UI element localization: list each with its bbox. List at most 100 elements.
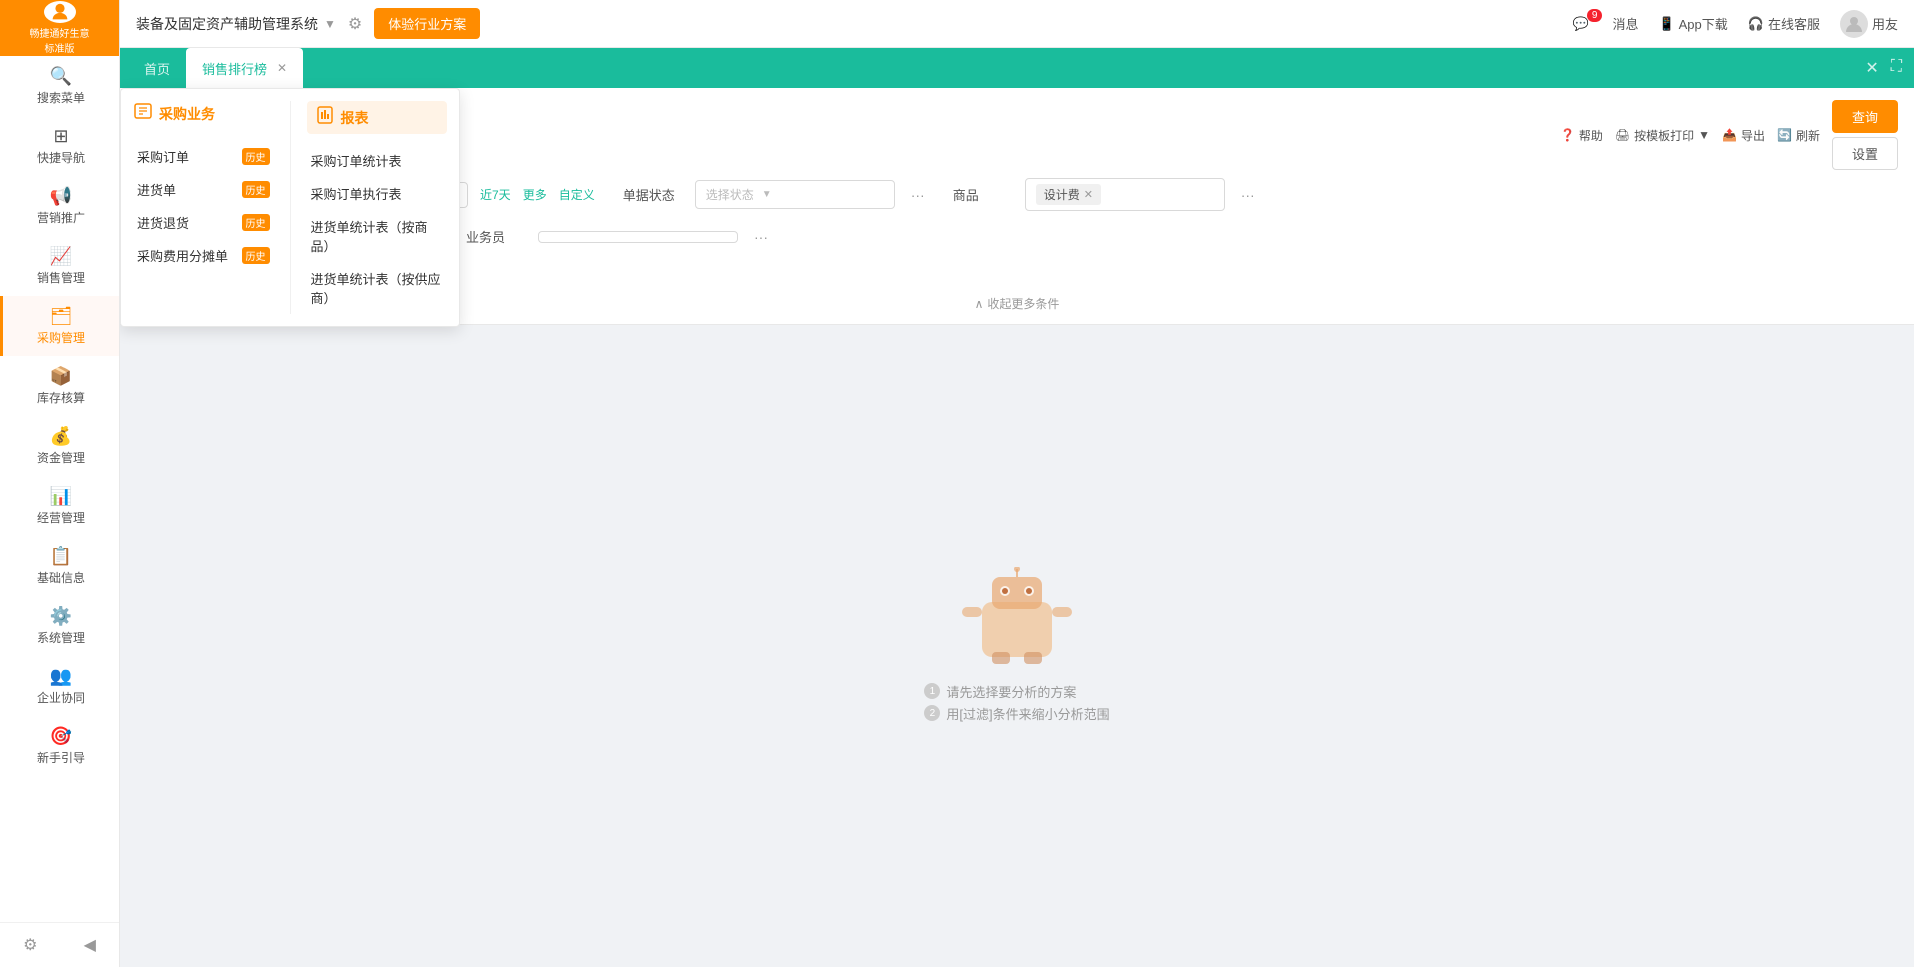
money-icon: 💰 bbox=[50, 426, 72, 447]
refresh-button[interactable]: 🔄 刷新 bbox=[1777, 127, 1820, 144]
status-select[interactable]: 选择状态 ▼ bbox=[695, 180, 895, 209]
salesman-label: 业务员 bbox=[466, 227, 526, 246]
tab-bar: 首页 销售排行榜 ✕ ✕ ⛶ bbox=[120, 48, 1914, 88]
help-button[interactable]: ❓ 帮助 bbox=[1560, 127, 1603, 144]
sidebar-item-newbie[interactable]: 🎯 新手引导 bbox=[0, 716, 119, 776]
close-tab-icon[interactable]: ✕ bbox=[277, 61, 287, 75]
message-action[interactable]: 💬 9 消息 bbox=[1573, 14, 1639, 33]
purchase-dropdown-menu: 采购业务 采购订单 历史 进货单 历史 进货退货 历史 bbox=[120, 88, 460, 327]
app-action[interactable]: 📱 App下载 bbox=[1658, 14, 1727, 33]
tab-sales-rank[interactable]: 销售排行榜 ✕ bbox=[186, 48, 303, 88]
collapse-sidebar-button[interactable]: ◀ bbox=[76, 931, 104, 959]
settings-button[interactable]: 设置 bbox=[1832, 137, 1898, 170]
refresh-icon: 🔄 bbox=[1777, 128, 1792, 142]
sidebar-item-search[interactable]: 🔍 搜索菜单 bbox=[0, 56, 119, 116]
dropdown-item-expense[interactable]: 采购费用分摊单 历史 bbox=[133, 239, 274, 272]
sidebar-item-inventory-label: 库存核算 bbox=[37, 389, 85, 406]
dropdown-item-order-stats[interactable]: 采购订单统计表 bbox=[307, 144, 448, 177]
close-all-tabs-icon[interactable]: ✕ bbox=[1861, 58, 1882, 78]
sidebar-item-operation[interactable]: 📊 经营管理 bbox=[0, 476, 119, 536]
sidebar-item-newbie-label: 新手引导 bbox=[37, 749, 85, 766]
dropdown-item-incoming[interactable]: 进货单 历史 bbox=[133, 173, 274, 206]
enterprise-icon: 👥 bbox=[50, 666, 72, 687]
report-col: 报表 采购订单统计表 采购订单执行表 进货单统计表（按商品） 进货单统计表（按供… bbox=[295, 101, 460, 314]
dropdown-divider bbox=[290, 101, 291, 314]
sidebar-item-enterprise-label: 企业协同 bbox=[37, 689, 85, 706]
query-button[interactable]: 查询 bbox=[1832, 100, 1898, 133]
main-area: 装备及固定资产辅助管理系统 ▼ ⚙ 体验行业方案 💬 9 消息 📱 App下载 … bbox=[120, 0, 1914, 967]
sidebar-item-basic[interactable]: 📋 基础信息 bbox=[0, 536, 119, 596]
salesman-select[interactable] bbox=[538, 231, 738, 243]
sidebar-item-quick-nav[interactable]: ⊞ 快捷导航 bbox=[0, 116, 119, 176]
export-icon: 📤 bbox=[1722, 128, 1737, 142]
tab-bar-actions: ✕ ⛶ bbox=[1861, 58, 1906, 78]
system-settings-icon[interactable]: ⚙ bbox=[348, 14, 362, 34]
sidebar-item-system[interactable]: ⚙️ 系统管理 bbox=[0, 596, 119, 656]
user-avatar bbox=[1840, 10, 1868, 38]
dropdown-arrow-icon: ▼ bbox=[324, 17, 336, 31]
sidebar-logo: 畅捷通好生意 标准版 bbox=[0, 0, 119, 56]
sidebar-item-sales[interactable]: 📈 销售管理 bbox=[0, 236, 119, 296]
header-right: 💬 9 消息 📱 App下载 🎧 在线客服 用友 bbox=[1573, 10, 1898, 38]
goods-select[interactable]: 设计费 ✕ bbox=[1025, 178, 1225, 211]
dropdown-item-order-exec[interactable]: 采购订单执行表 bbox=[307, 177, 448, 210]
newbie-icon: 🎯 bbox=[50, 726, 72, 747]
goods-tag: 设计费 ✕ bbox=[1036, 184, 1101, 205]
sidebar-item-marketing[interactable]: 📢 营销推广 bbox=[0, 176, 119, 236]
tab-home[interactable]: 首页 bbox=[128, 48, 186, 88]
empty-hints: 1 请先选择要分析的方案 2 用[过滤]条件来缩小分析范围 bbox=[924, 679, 1109, 726]
status-dropdown-icon: ▼ bbox=[762, 189, 772, 200]
sidebar-item-purchase[interactable]: 🗂 采购管理 bbox=[0, 296, 119, 356]
status-label: 单据状态 bbox=[623, 185, 683, 204]
sidebar-item-operation-label: 经营管理 bbox=[37, 509, 85, 526]
goods-label: 商品 bbox=[953, 185, 1013, 204]
date-quick-7days[interactable]: 近7天 bbox=[480, 186, 511, 203]
service-action[interactable]: 🎧 在线客服 bbox=[1748, 14, 1820, 33]
print-button[interactable]: 🖨 按模板打印 ▼ bbox=[1615, 127, 1710, 144]
header-left: 装备及固定资产辅助管理系统 ▼ ⚙ 体验行业方案 bbox=[136, 8, 480, 39]
report-col-header: 报表 bbox=[307, 101, 448, 134]
sidebar-item-sales-label: 销售管理 bbox=[37, 269, 85, 286]
empty-illustration bbox=[957, 567, 1077, 667]
headset-icon: 🎧 bbox=[1748, 16, 1764, 32]
system-name: 装备及固定资产辅助管理系统 ▼ bbox=[136, 14, 336, 34]
dropdown-item-incoming-goods[interactable]: 进货单统计表（按商品） bbox=[307, 210, 448, 262]
purchase-col-icon bbox=[133, 101, 153, 126]
top-header: 装备及固定资产辅助管理系统 ▼ ⚙ 体验行业方案 💬 9 消息 📱 App下载 … bbox=[120, 0, 1914, 48]
sidebar-nav: 🔍 搜索菜单 ⊞ 快捷导航 📢 营销推广 📈 销售管理 🗂 采购管理 📦 库存核… bbox=[0, 56, 119, 922]
megaphone-icon: 📢 bbox=[50, 186, 72, 207]
date-more[interactable]: 更多 bbox=[523, 186, 547, 203]
purchase-business-col: 采购业务 采购订单 历史 进货单 历史 进货退货 历史 bbox=[121, 101, 286, 314]
print-icon: 🖨 bbox=[1615, 128, 1630, 142]
sidebar-item-marketing-label: 营销推广 bbox=[37, 209, 85, 226]
logo-icon bbox=[44, 1, 76, 23]
goods-dots[interactable]: ··· bbox=[1241, 187, 1255, 203]
help-icon: ❓ bbox=[1560, 128, 1575, 142]
sidebar-item-system-label: 系统管理 bbox=[37, 629, 85, 646]
sidebar-bottom: ⚙ ◀ bbox=[0, 922, 119, 967]
sidebar-item-capital[interactable]: 💰 资金管理 bbox=[0, 416, 119, 476]
date-custom[interactable]: 自定义 bbox=[559, 186, 595, 203]
message-icon: 💬 bbox=[1573, 16, 1589, 32]
logo-sub: 标准版 bbox=[45, 40, 75, 55]
dropdown-item-return[interactable]: 进货退货 历史 bbox=[133, 206, 274, 239]
status-dots[interactable]: ··· bbox=[911, 187, 925, 203]
industry-button[interactable]: 体验行业方案 bbox=[374, 8, 480, 39]
salesman-dots[interactable]: ··· bbox=[754, 229, 768, 245]
dropdown-item-purchase-order[interactable]: 采购订单 历史 bbox=[133, 140, 274, 173]
empty-state: 1 请先选择要分析的方案 2 用[过滤]条件来缩小分析范围 bbox=[120, 325, 1914, 967]
sidebar-item-quick-label: 快捷导航 bbox=[37, 149, 85, 166]
sidebar: 畅捷通好生意 标准版 🔍 搜索菜单 ⊞ 快捷导航 📢 营销推广 📈 销售管理 🗂… bbox=[0, 0, 120, 967]
gear-icon: ⚙️ bbox=[50, 606, 72, 627]
purchase-col-header: 采购业务 bbox=[133, 101, 274, 130]
export-button[interactable]: 📤 导出 bbox=[1722, 127, 1765, 144]
sidebar-item-purchase-label: 采购管理 bbox=[37, 329, 85, 346]
sidebar-item-inventory[interactable]: 📦 库存核算 bbox=[0, 356, 119, 416]
maximize-icon[interactable]: ⛶ bbox=[1887, 58, 1906, 78]
sidebar-item-enterprise[interactable]: 👥 企业协同 bbox=[0, 656, 119, 716]
settings-button[interactable]: ⚙ bbox=[15, 931, 45, 959]
operation-icon: 📊 bbox=[50, 486, 72, 507]
user-action[interactable]: 用友 bbox=[1840, 10, 1898, 38]
dropdown-item-incoming-supplier[interactable]: 进货单统计表（按供应商） bbox=[307, 262, 448, 314]
goods-tag-remove[interactable]: ✕ bbox=[1084, 188, 1093, 201]
